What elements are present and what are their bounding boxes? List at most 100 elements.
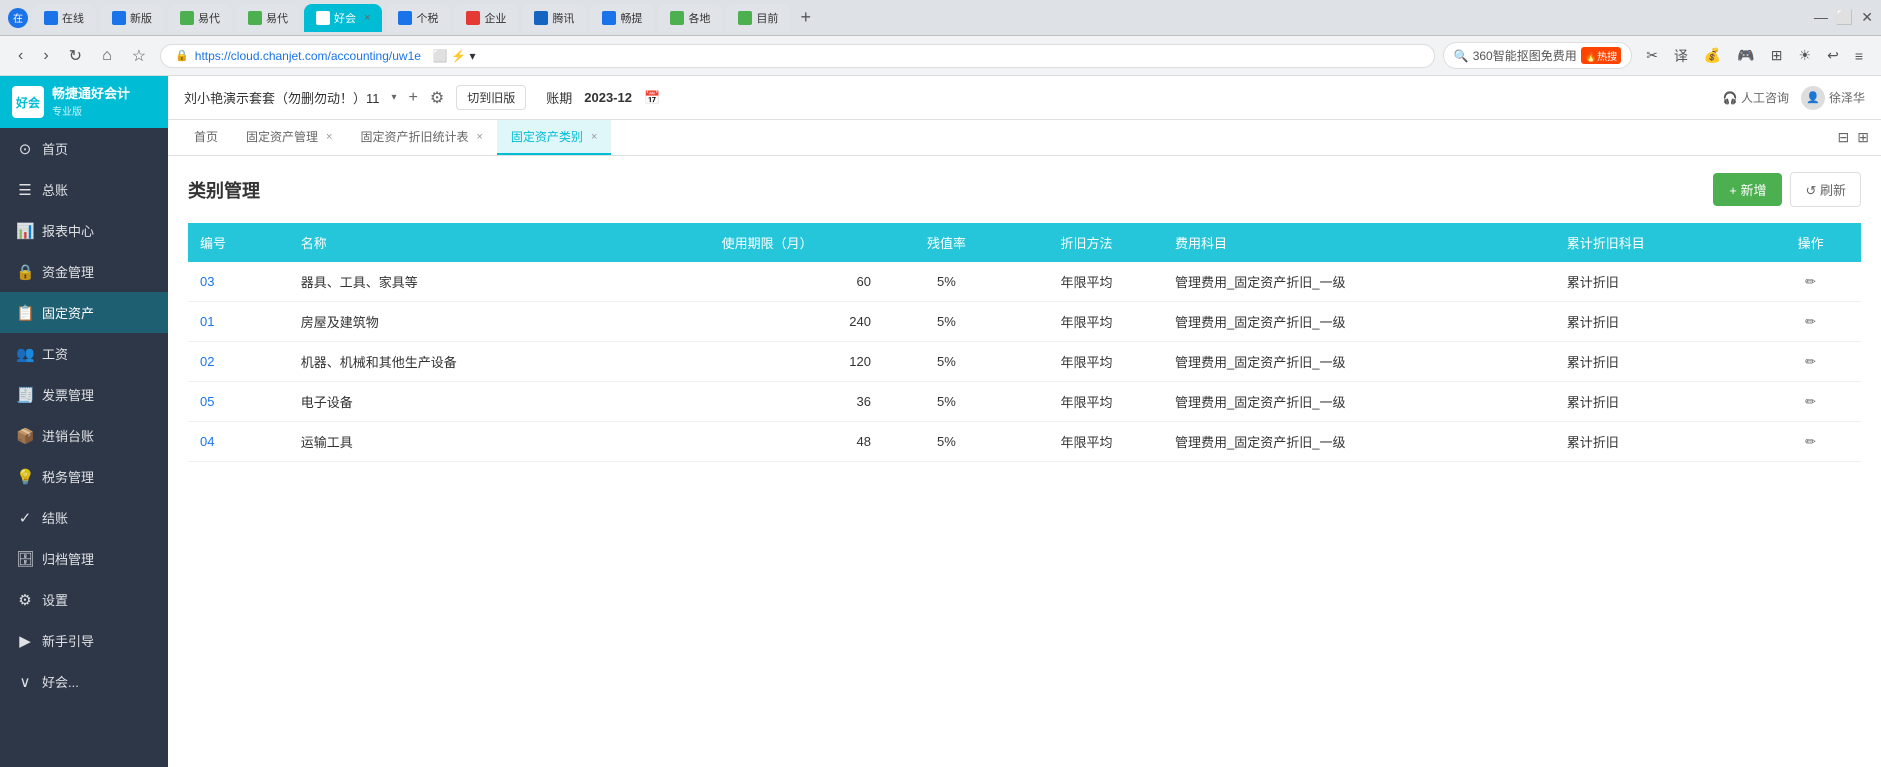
search-text: 360智能抠图免费用	[1473, 47, 1577, 64]
scissors-btn[interactable]: ✂	[1640, 43, 1664, 68]
sidebar-item-stock[interactable]: 📦 进销台账	[0, 415, 168, 456]
tab-icon-3	[180, 11, 194, 25]
code-link[interactable]: 03	[200, 274, 214, 289]
tab-asset-category-label: 固定资产类别	[511, 128, 583, 145]
sidebar-item-tax[interactable]: 💡 税务管理	[0, 456, 168, 497]
refresh-btn[interactable]: ↺ 刷新	[1790, 172, 1861, 207]
browser-tab-7[interactable]: 企业	[454, 4, 518, 32]
sidebar-item-fixed-assets-label: 固定资产	[42, 303, 94, 322]
bookmark-button[interactable]: ☆	[126, 42, 152, 70]
close-btn[interactable]: ✕	[1861, 9, 1873, 26]
browser-tab-11[interactable]: 目前	[726, 4, 790, 32]
cell-residual-rate: 5%	[883, 342, 1010, 382]
calendar-icon[interactable]: 📅	[644, 90, 660, 106]
back-button[interactable]: ‹	[12, 43, 29, 69]
address-bar[interactable]: 🔒 https://cloud.chanjet.com/accounting/u…	[160, 44, 1435, 68]
home-button[interactable]: ⌂	[96, 43, 118, 69]
edit-btn[interactable]: ✏	[1805, 394, 1816, 409]
cell-depreciation-method: 年限平均	[1010, 302, 1163, 342]
tab-asset-category-close[interactable]: ×	[591, 131, 597, 143]
cell-accumulated-subject: 累计折旧	[1555, 302, 1760, 342]
tab-fixed-asset-mgmt[interactable]: 固定资产管理 ×	[232, 120, 346, 155]
add-account-btn[interactable]: +	[409, 89, 418, 107]
new-tab-btn[interactable]: +	[794, 7, 817, 28]
table-row: 05 电子设备 36 5% 年限平均 管理费用_固定资产折旧_一级 累计折旧 ✏	[188, 382, 1861, 422]
home-icon: ⊙	[16, 140, 34, 158]
tab-collapse-btn[interactable]: ⊟	[1838, 129, 1850, 146]
sidebar-item-payroll[interactable]: 👥 工资	[0, 333, 168, 374]
tab-icon-1	[44, 11, 58, 25]
browser-tab-4[interactable]: 易代	[236, 4, 300, 32]
code-link[interactable]: 04	[200, 434, 214, 449]
browser-tab-1[interactable]: 在线	[32, 4, 96, 32]
sidebar-item-archive[interactable]: 🗄 归档管理	[0, 538, 168, 579]
browser-tab-8[interactable]: 腾讯	[522, 4, 586, 32]
tab-label-1: 在线	[62, 10, 84, 26]
app-container: 好会 畅捷通好会计 专业版 ⊙ 首页 ☰ 总账 📊 报表中心 🔒 资金管理 📋 …	[0, 76, 1881, 767]
sidebar-item-invoice[interactable]: 🧾 发票管理	[0, 374, 168, 415]
browser-tab-5[interactable]: 好会 ×	[304, 4, 382, 32]
settings-browser-btn[interactable]: ☀	[1793, 43, 1818, 68]
consult-btn[interactable]: 🎧 人工咨询	[1723, 89, 1789, 106]
browser-tab-9[interactable]: 畅提	[590, 4, 654, 32]
user-display: 刘小艳演示套套（勿删勿动！）11	[184, 88, 380, 107]
code-link[interactable]: 05	[200, 394, 214, 409]
grid-btn[interactable]: ⊞	[1765, 43, 1789, 68]
switch-to-old-btn[interactable]: 切到旧版	[456, 85, 526, 110]
sidebar-item-funds[interactable]: 🔒 资金管理	[0, 251, 168, 292]
edit-btn[interactable]: ✏	[1805, 274, 1816, 289]
cell-code: 01	[188, 302, 289, 342]
tab-asset-category[interactable]: 固定资产类别 ×	[497, 120, 611, 155]
sidebar-item-guide[interactable]: ▶ 新手引导	[0, 620, 168, 661]
search-bar[interactable]: 🔍 360智能抠图免费用 🔥热搜	[1443, 42, 1632, 69]
tab-expand-btn[interactable]: ⊞	[1857, 129, 1869, 146]
cell-accumulated-subject: 累计折旧	[1555, 382, 1760, 422]
undo-btn[interactable]: ↩	[1821, 43, 1845, 68]
col-name: 名称	[289, 223, 652, 262]
browser-action-buttons: ✂ 译 💰 🎮 ⊞ ☀ ↩ ≡	[1640, 42, 1869, 70]
sidebar-item-closing[interactable]: ✓ 结账	[0, 497, 168, 538]
sidebar-item-reports[interactable]: 📊 报表中心	[0, 210, 168, 251]
translate-btn[interactable]: 译	[1668, 42, 1694, 70]
tab-fixed-asset-mgmt-close[interactable]: ×	[326, 131, 332, 143]
account-settings-btn[interactable]: ⚙	[430, 88, 444, 108]
cell-residual-rate: 5%	[883, 302, 1010, 342]
forward-button[interactable]: ›	[37, 43, 54, 69]
cell-expense-subject: 管理费用_固定资产折旧_一级	[1163, 262, 1555, 302]
sidebar-item-ledger[interactable]: ☰ 总账	[0, 169, 168, 210]
sidebar-item-home[interactable]: ⊙ 首页	[0, 128, 168, 169]
menu-btn[interactable]: ≡	[1849, 44, 1869, 68]
game-btn[interactable]: 🎮	[1731, 43, 1760, 68]
add-category-btn[interactable]: + 新增	[1713, 173, 1782, 206]
browser-tab-3[interactable]: 易代	[168, 4, 232, 32]
table-header: 编号 名称 使用期限（月） 残值率 折旧方法 费用科目 累计折旧科目 操作	[188, 223, 1861, 262]
search-icon: 🔍	[1454, 49, 1469, 63]
wallet-btn[interactable]: 💰	[1698, 43, 1727, 68]
sidebar-item-settings[interactable]: ⚙ 设置	[0, 579, 168, 620]
tab-depreciation-table-close[interactable]: ×	[476, 131, 482, 143]
cell-code: 04	[188, 422, 289, 462]
minimize-btn[interactable]: —	[1814, 9, 1828, 26]
page-tab-bar: 首页 固定资产管理 × 固定资产折旧统计表 × 固定资产类别 × ⊟ ⊞	[168, 120, 1881, 156]
sidebar-item-fixed-assets[interactable]: 📋 固定资产	[0, 292, 168, 333]
code-link[interactable]: 02	[200, 354, 214, 369]
restore-btn[interactable]: ⬜	[1836, 9, 1853, 26]
browser-tab-10[interactable]: 各地	[658, 4, 722, 32]
browser-tab-6[interactable]: 个税	[386, 4, 450, 32]
user-dropdown-arrow[interactable]: ▾	[392, 92, 397, 103]
edit-btn[interactable]: ✏	[1805, 314, 1816, 329]
sidebar: 好会 畅捷通好会计 专业版 ⊙ 首页 ☰ 总账 📊 报表中心 🔒 资金管理 📋 …	[0, 76, 168, 767]
cell-residual-rate: 5%	[883, 262, 1010, 302]
tab-close-5[interactable]: ×	[364, 12, 370, 24]
browser-tab-2[interactable]: 新版	[100, 4, 164, 32]
edit-btn[interactable]: ✏	[1805, 354, 1816, 369]
tab-home[interactable]: 首页	[180, 120, 232, 155]
cell-expense-subject: 管理费用_固定资产折旧_一级	[1163, 422, 1555, 462]
edit-btn[interactable]: ✏	[1805, 434, 1816, 449]
code-link[interactable]: 01	[200, 314, 214, 329]
tab-depreciation-table[interactable]: 固定资产折旧统计表 ×	[346, 120, 496, 155]
table-row: 03 器具、工具、家具等 60 5% 年限平均 管理费用_固定资产折旧_一级 累…	[188, 262, 1861, 302]
sidebar-item-more[interactable]: ∨ 好会...	[0, 661, 168, 702]
reload-button[interactable]: ↻	[63, 42, 88, 70]
cell-name: 电子设备	[289, 382, 652, 422]
